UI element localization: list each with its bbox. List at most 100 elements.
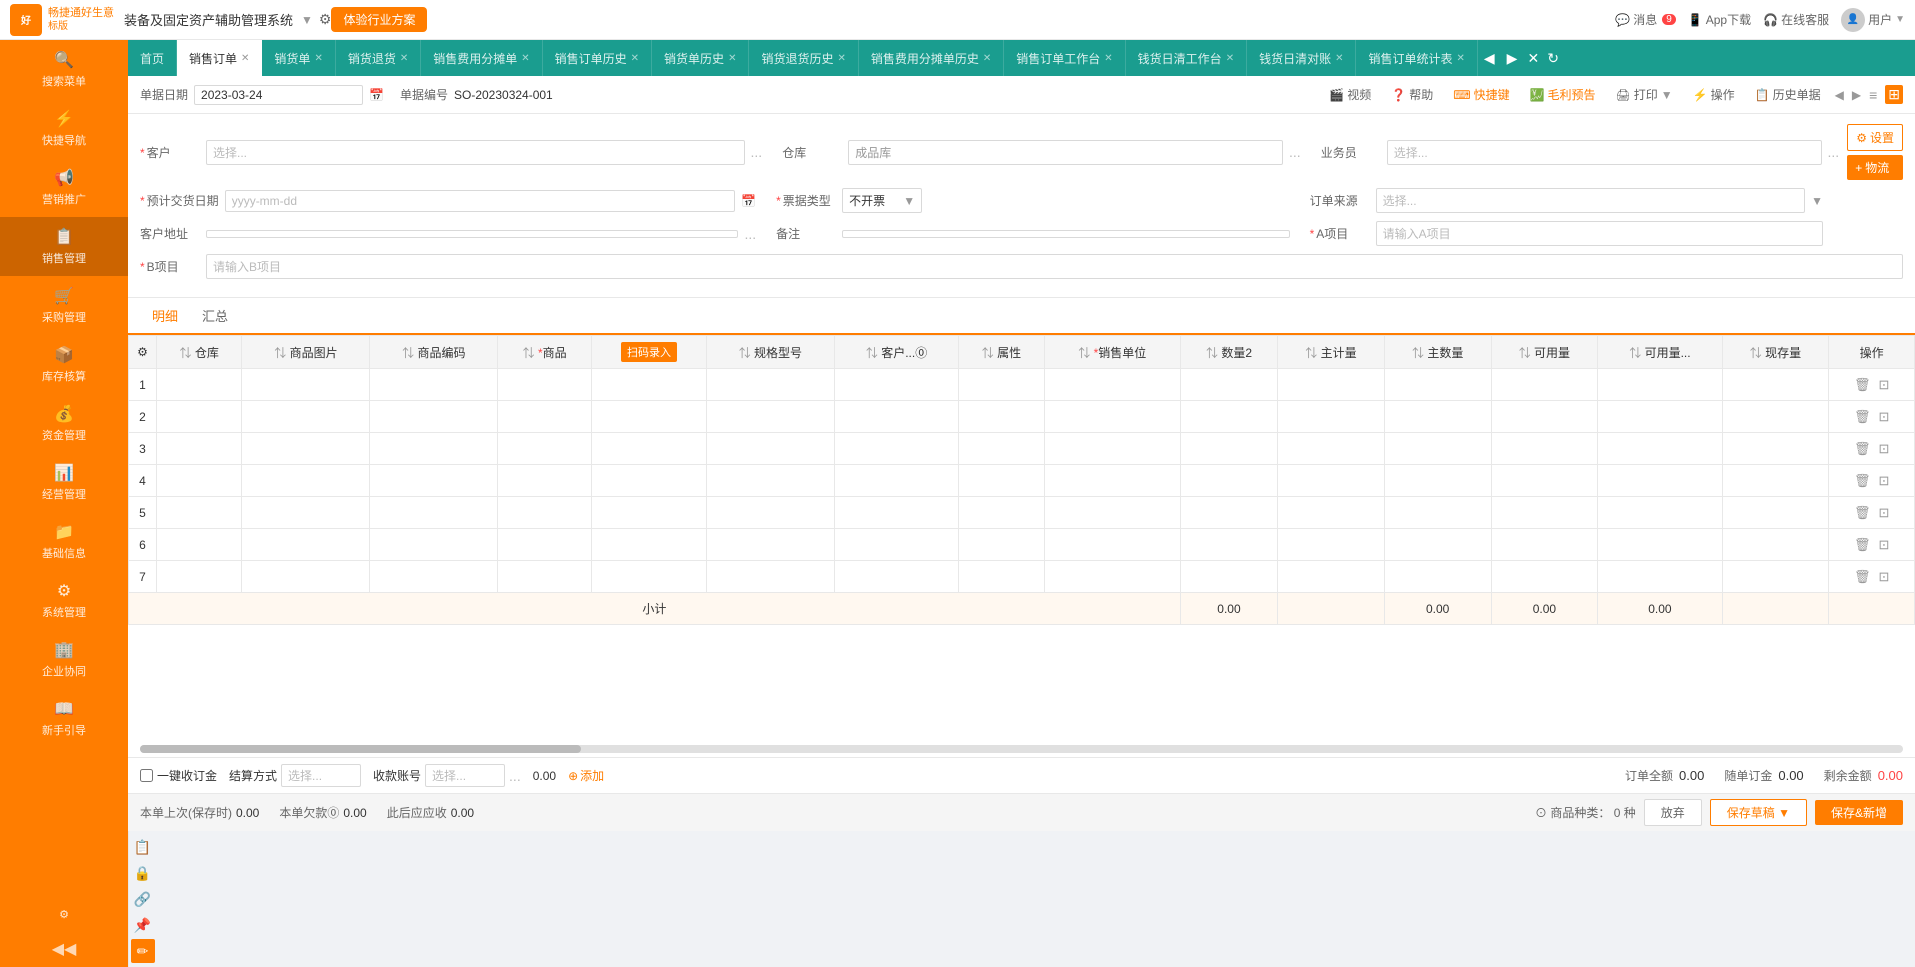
table-cell[interactable] (1180, 497, 1277, 529)
delivery-date-input[interactable]: yyyy-mm-dd (225, 190, 735, 212)
tab-sales-refund[interactable]: 销货退货 ✕ (336, 40, 421, 76)
help-btn[interactable]: ❓ 帮助 (1385, 84, 1439, 105)
table-cell[interactable] (157, 465, 242, 497)
table-cell[interactable] (1491, 465, 1598, 497)
table-cell[interactable] (1384, 561, 1491, 593)
table-cell[interactable] (1044, 369, 1180, 401)
table-cell[interactable] (157, 401, 242, 433)
sidebar-collapse-btn[interactable]: ◀◀ (0, 931, 128, 967)
table-cell[interactable] (1278, 433, 1385, 465)
table-cell[interactable] (592, 561, 707, 593)
one-click-checkbox[interactable] (140, 769, 153, 782)
table-cell[interactable] (592, 433, 707, 465)
save-draft-btn[interactable]: 保存草稿 ▼ (1710, 799, 1807, 826)
copy-row-btn[interactable]: ⊡ (1876, 567, 1891, 587)
table-cell[interactable] (1180, 433, 1277, 465)
table-cell[interactable] (370, 497, 498, 529)
industry-btn[interactable]: 体验行业方案 (331, 7, 427, 32)
tab-sales-stats[interactable]: 销售订单统计表 ✕ (1356, 40, 1477, 76)
rp-icon-1[interactable]: 📋 (131, 835, 155, 859)
table-cell[interactable] (592, 369, 707, 401)
table-cell[interactable] (157, 369, 242, 401)
delete-row-btn[interactable]: 🗑 (1852, 567, 1873, 587)
b-project-input[interactable]: 请输入B项目 (206, 254, 1903, 279)
table-cell[interactable] (834, 529, 958, 561)
table-cell[interactable] (834, 401, 958, 433)
a-project-input[interactable]: 请输入A项目 (1376, 221, 1823, 246)
sidebar-item-inventory[interactable]: 📦 库存核算 (0, 335, 128, 394)
delete-row-btn[interactable]: 🗑 (1852, 471, 1873, 491)
scan-btn[interactable]: 扫码录入 (621, 342, 677, 362)
nav-prev-icon[interactable]: ◀ (1835, 88, 1844, 102)
tab-close-icon[interactable]: ✕ (1335, 53, 1343, 64)
table-cell[interactable] (1598, 401, 1722, 433)
list-view-icon[interactable]: ≡ (1869, 87, 1877, 103)
rp-icon-4[interactable]: 📌 (131, 913, 155, 937)
table-cell[interactable] (1491, 369, 1598, 401)
sidebar-item-sales[interactable]: 📋 销售管理 (0, 217, 128, 276)
table-cell[interactable] (1278, 529, 1385, 561)
table-cell[interactable] (370, 433, 498, 465)
account-dots[interactable]: ... (509, 768, 521, 784)
table-cell[interactable] (498, 529, 592, 561)
table-cell[interactable] (1491, 401, 1598, 433)
table-cell[interactable] (1044, 497, 1180, 529)
sidebar-item-system[interactable]: ⚙ 系统管理 (0, 571, 128, 630)
table-cell[interactable] (706, 465, 834, 497)
tab-summary[interactable]: 汇总 (190, 298, 240, 335)
table-cell[interactable] (242, 401, 370, 433)
table-cell[interactable] (834, 497, 958, 529)
customer-input[interactable]: 选择... (206, 140, 745, 165)
table-cell[interactable] (157, 561, 242, 593)
tab-cash-daily[interactable]: 钱货日清工作台 ✕ (1126, 40, 1247, 76)
shortcut-btn[interactable]: ⌨ 快捷键 (1447, 84, 1515, 105)
table-cell[interactable] (1180, 369, 1277, 401)
tab-close-icon[interactable]: ✕ (631, 53, 639, 64)
message-btn[interactable]: 💬 消息 9 (1615, 11, 1676, 28)
scroll-track[interactable] (140, 745, 1903, 755)
delete-row-btn[interactable]: 🗑 (1852, 439, 1873, 459)
delete-row-btn[interactable]: 🗑 (1852, 407, 1873, 427)
table-cell[interactable] (834, 465, 958, 497)
table-cell[interactable] (242, 465, 370, 497)
sidebar-item-marketing[interactable]: 📢 营销推广 (0, 158, 128, 217)
table-cell[interactable] (242, 529, 370, 561)
table-cell[interactable] (592, 401, 707, 433)
sidebar-item-purchase[interactable]: 🛒 采购管理 (0, 276, 128, 335)
tab-sales-fee-split[interactable]: 销售费用分摊单 ✕ (421, 40, 542, 76)
table-cell[interactable] (1384, 369, 1491, 401)
tab-sales-refund-history[interactable]: 销货退货历史 ✕ (749, 40, 858, 76)
tab-prev-btn[interactable]: ◀ (1478, 50, 1501, 67)
tab-sales-order-history[interactable]: 销售订单历史 ✕ (543, 40, 652, 76)
app-download-btn[interactable]: 📱 App下载 (1688, 11, 1751, 28)
table-cell[interactable] (1491, 529, 1598, 561)
table-cell[interactable] (1278, 561, 1385, 593)
table-cell[interactable] (706, 529, 834, 561)
table-cell[interactable] (370, 465, 498, 497)
warehouse-input[interactable]: 成品库 (848, 140, 1283, 165)
tab-refresh-btn[interactable]: ↻ (1543, 50, 1563, 67)
rp-icon-2[interactable]: 🔒 (131, 861, 155, 885)
sidebar-item-enterprise[interactable]: 🏢 企业协同 (0, 630, 128, 689)
table-cell[interactable] (959, 465, 1044, 497)
tab-close-all-btn[interactable]: ✕ (1523, 50, 1543, 67)
copy-row-btn[interactable]: ⊡ (1876, 535, 1891, 555)
table-cell[interactable] (1491, 433, 1598, 465)
copy-row-btn[interactable]: ⊡ (1876, 439, 1891, 459)
nav-next-icon[interactable]: ▶ (1852, 88, 1861, 102)
customer-dots[interactable]: ... (751, 144, 763, 160)
tab-detail[interactable]: 明细 (140, 298, 190, 335)
sidebar-item-operations[interactable]: 📊 经营管理 (0, 453, 128, 512)
table-cell[interactable] (959, 369, 1044, 401)
table-cell[interactable] (498, 465, 592, 497)
table-cell[interactable] (498, 401, 592, 433)
add-row-btn[interactable]: ⊕ 添加 (568, 767, 604, 784)
table-cell[interactable] (1044, 465, 1180, 497)
table-cell[interactable] (157, 529, 242, 561)
tab-close-icon[interactable]: ✕ (1457, 53, 1465, 64)
table-cell[interactable] (706, 369, 834, 401)
table-cell[interactable] (242, 433, 370, 465)
copy-row-btn[interactable]: ⊡ (1876, 471, 1891, 491)
tab-sales-order[interactable]: 销售订单 ✕ (177, 40, 262, 76)
table-cell[interactable] (1598, 561, 1722, 593)
